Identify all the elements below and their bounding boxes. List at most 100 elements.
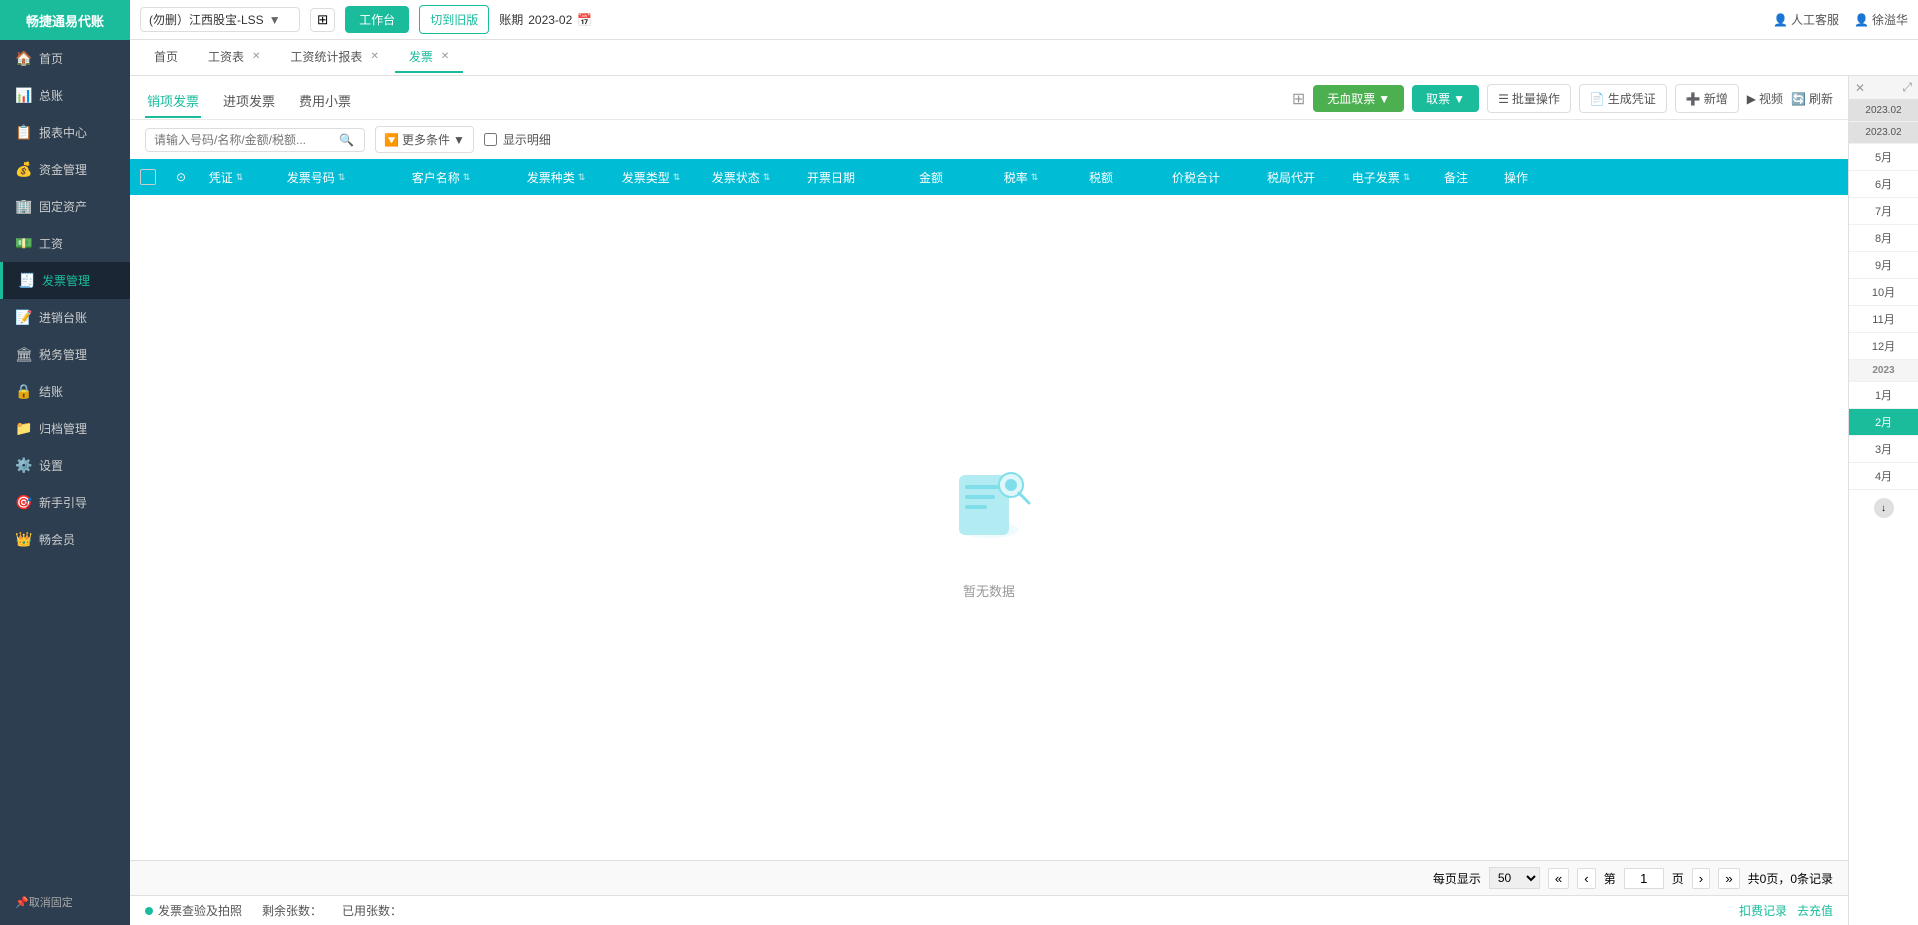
calendar-icon[interactable]: 📅 [577, 13, 592, 27]
date-item-2[interactable]: 2月 [1849, 409, 1918, 436]
first-page-button[interactable]: « [1548, 868, 1569, 889]
date-item-12[interactable]: 12月 [1849, 333, 1918, 360]
sidebar-item-assets-label: 固定资产 [39, 198, 87, 215]
th-e-invoice[interactable]: 电子发票 ⇅ [1336, 169, 1426, 186]
tab-invoice-close[interactable]: ✕ [441, 51, 449, 62]
batch-ops-button[interactable]: ☰ 批量操作 [1487, 84, 1571, 113]
tab-home[interactable]: 首页 [140, 42, 192, 73]
th-inv-class-label: 发票类型 [622, 169, 670, 186]
date-item-3[interactable]: 3月 [1849, 436, 1918, 463]
tab-invoice[interactable]: 发票 ✕ [395, 42, 463, 73]
cancel-pin-button[interactable]: 📌 取消固定 [10, 889, 120, 915]
th-amount[interactable]: 金额 [876, 169, 986, 186]
date-item-6[interactable]: 6月 [1849, 171, 1918, 198]
search-input[interactable] [154, 133, 334, 147]
date-scroll-indicator: ↓ [1849, 490, 1918, 526]
switch-version-button[interactable]: 切到旧版 [419, 5, 489, 34]
date-item-10[interactable]: 10月 [1849, 279, 1918, 306]
sub-tab-sales[interactable]: 销项发票 [145, 85, 201, 118]
th-invoice-no[interactable]: 发票号码 ⇅ [256, 169, 376, 186]
prev-page-button[interactable]: ‹ [1577, 868, 1595, 889]
batch-ops-label: 批量操作 [1512, 90, 1560, 107]
date-panel-expand-icon[interactable]: ⤢ [1902, 80, 1912, 95]
sidebar-item-guide[interactable]: 🎯 新手引导 [0, 484, 130, 521]
company-dropdown-arrow: ▼ [269, 13, 281, 27]
sidebar-item-tax[interactable]: 🏛 税务管理 [0, 336, 130, 373]
add-record-link[interactable]: 扣费记录 [1739, 902, 1787, 919]
video-button[interactable]: ▶ 视频 [1747, 90, 1783, 107]
sidebar-item-settings[interactable]: ⚙️ 设置 [0, 447, 130, 484]
archive-icon: 📁 [15, 420, 31, 437]
new-invoice-button[interactable]: ➕ 新增 [1675, 84, 1739, 113]
th-status[interactable]: 发票状态 ⇅ [696, 169, 786, 186]
th-tax-rate[interactable]: 税率 ⇅ [986, 169, 1056, 186]
sidebar-item-invoice[interactable]: 🧾 发票管理 [0, 262, 130, 299]
show-detail-checkbox[interactable]: 显示明细 [484, 131, 551, 148]
date-item-9[interactable]: 9月 [1849, 252, 1918, 279]
th-cert[interactable]: 凭证 ⇅ [196, 169, 256, 186]
tab-payroll-close[interactable]: ✕ [252, 51, 260, 62]
deduction-button[interactable]: 取票 ▼ [1412, 85, 1479, 112]
th-customer[interactable]: 客户名称 ⇅ [376, 169, 506, 186]
next-page-button[interactable]: › [1692, 868, 1710, 889]
sub-tab-purchase[interactable]: 进项发票 [221, 85, 277, 118]
th-inv-class[interactable]: 发票类型 ⇅ [606, 169, 696, 186]
sidebar-item-archive[interactable]: 📁 归档管理 [0, 410, 130, 447]
th-total[interactable]: 价税合计 [1146, 169, 1246, 186]
no-deduction-arrow: ▼ [1378, 92, 1390, 106]
date-item-1[interactable]: 1月 [1849, 382, 1918, 409]
user-name: 徐溢华 [1872, 11, 1908, 28]
sidebar-item-sales[interactable]: 📝 进销台账 [0, 299, 130, 336]
footer-links: 扣费记录 去充值 [1739, 902, 1833, 919]
date-item-11[interactable]: 11月 [1849, 306, 1918, 333]
sidebar-item-ledger[interactable]: 📊 总账 [0, 77, 130, 114]
no-deduction-button[interactable]: 无血取票 ▼ [1313, 85, 1404, 112]
scroll-down-button[interactable]: ↓ [1874, 498, 1894, 518]
more-filter-button[interactable]: 🔽 更多条件 ▼ [375, 126, 474, 153]
batch-ops-icon: ☰ [1498, 92, 1509, 106]
sidebar-item-payroll[interactable]: 💵 工资 [0, 225, 130, 262]
tab-payroll[interactable]: 工资表 ✕ [194, 42, 274, 73]
date-item-8[interactable]: 8月 [1849, 225, 1918, 252]
sidebar-item-funds[interactable]: 💰 资金管理 [0, 151, 130, 188]
sidebar-item-reports[interactable]: 📋 报表中心 [0, 114, 130, 151]
used-label: 已用张数： [342, 902, 402, 919]
refresh-button[interactable]: 🔄 刷新 [1791, 90, 1833, 107]
page-size-select[interactable]: 20 50 100 [1489, 867, 1540, 889]
sidebar-item-ledger-label: 总账 [39, 87, 63, 104]
sidebar-item-close[interactable]: 🔒 结账 [0, 373, 130, 410]
sidebar-item-home[interactable]: 🏠 首页 [0, 40, 130, 77]
th-tax-label: 税额 [1089, 169, 1113, 186]
workbench-button[interactable]: 工作台 [345, 6, 409, 33]
date-item-7[interactable]: 7月 [1849, 198, 1918, 225]
tab-payroll-stats-close[interactable]: ✕ [370, 51, 378, 62]
page-number-input[interactable] [1624, 868, 1664, 889]
customer-service-button[interactable]: 👤 人工客服 [1773, 11, 1839, 28]
date-item-4[interactable]: 4月 [1849, 463, 1918, 490]
date-item-5[interactable]: 5月 [1849, 144, 1918, 171]
copy-company-button[interactable]: ⊞ [310, 8, 335, 32]
company-selector[interactable]: (勿删）江西股宝-LSS ▼ [140, 7, 300, 32]
sidebar-item-assets[interactable]: 🏢 固定资产 [0, 188, 130, 225]
grid-view-icon[interactable]: ⊞ [1292, 89, 1305, 109]
show-detail-input[interactable] [484, 133, 497, 146]
sidebar-item-member[interactable]: 👑 畅会员 [0, 521, 130, 558]
sales-icon: 📝 [15, 309, 31, 326]
sub-tab-receipt[interactable]: 费用小票 [297, 85, 353, 118]
user-menu[interactable]: 👤 徐溢华 [1854, 11, 1908, 28]
date-panel-close-icon[interactable]: ✕ [1855, 81, 1865, 95]
th-action: 操作 [1486, 169, 1546, 186]
filter-icon: 🔽 [384, 133, 399, 147]
gen-cert-button[interactable]: 📄 生成凭证 [1579, 84, 1667, 113]
header-checkbox[interactable] [140, 169, 156, 185]
th-inv-type[interactable]: 发票种类 ⇅ [506, 169, 606, 186]
sidebar-item-home-label: 首页 [39, 50, 63, 67]
cancel-pin-label: 取消固定 [29, 894, 73, 910]
th-tax-id[interactable]: 税局代开 [1246, 169, 1336, 186]
close-period-icon: 🔒 [15, 383, 31, 400]
th-tax[interactable]: 税额 [1056, 169, 1146, 186]
tab-payroll-stats[interactable]: 工资统计报表 ✕ [276, 42, 392, 73]
last-page-button[interactable]: » [1718, 868, 1739, 889]
th-date[interactable]: 开票日期 [786, 169, 876, 186]
more-link[interactable]: 去充值 [1797, 902, 1833, 919]
